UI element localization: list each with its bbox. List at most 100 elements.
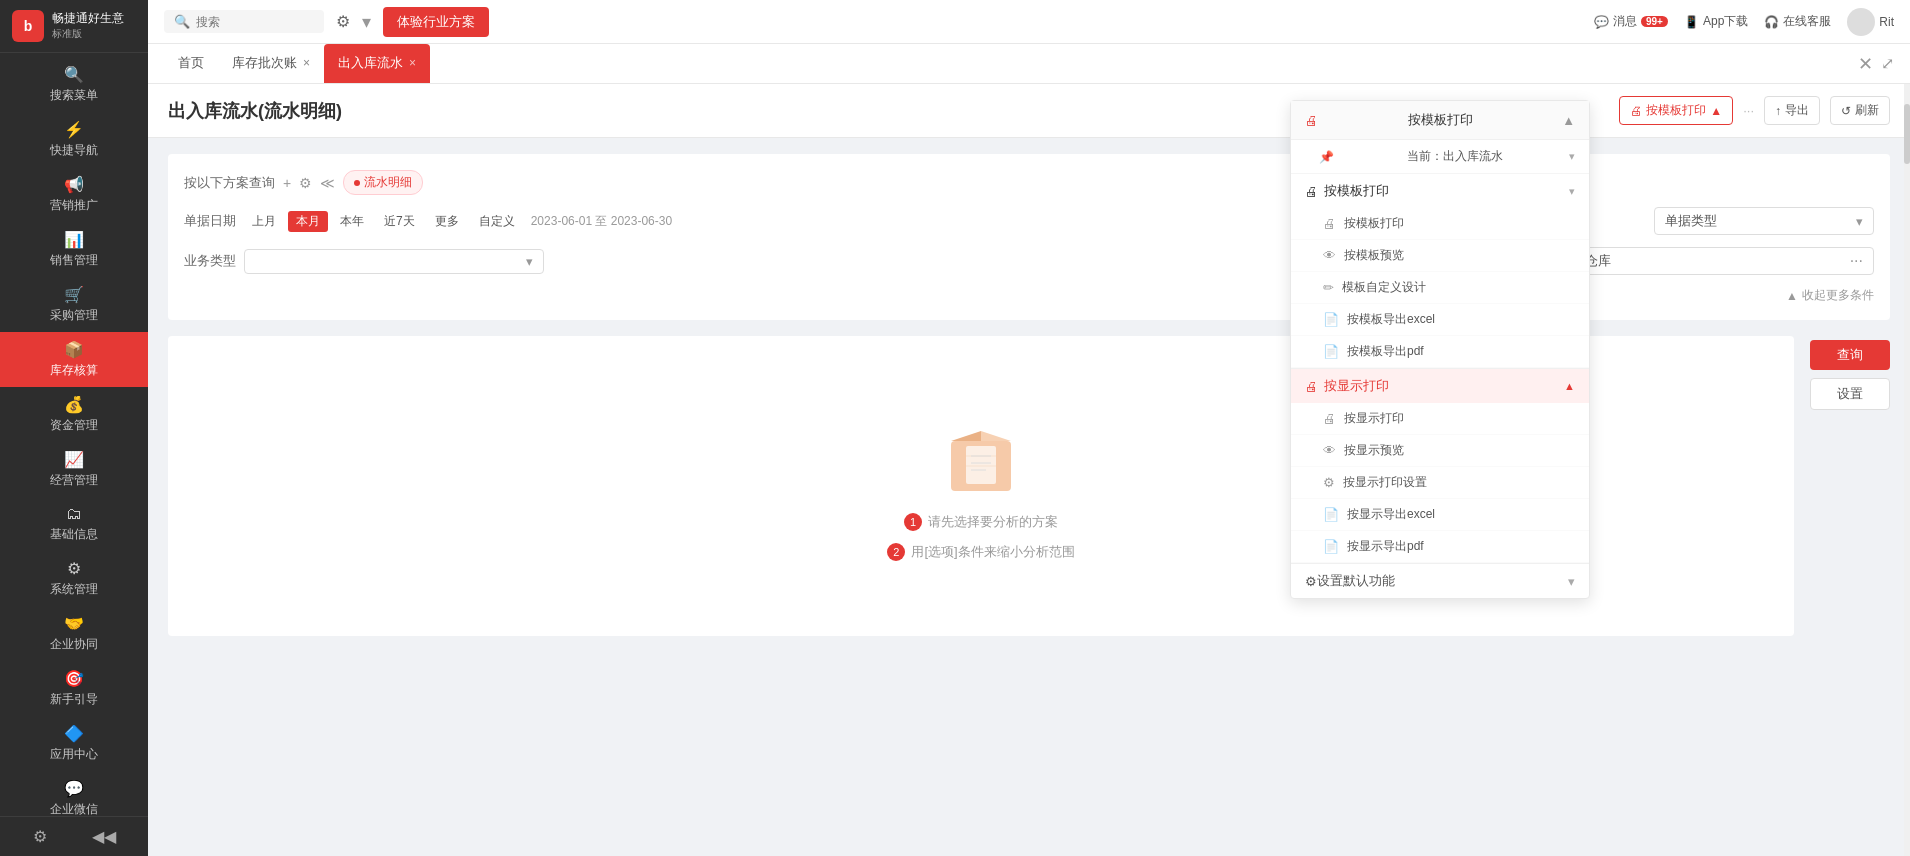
maximize-icon[interactable]: ⤢ xyxy=(1881,54,1894,73)
tab-home[interactable]: 首页 xyxy=(164,44,218,83)
business-type-arrow-icon: ▾ xyxy=(526,254,533,269)
sidebar-item-finance[interactable]: 💰 资金管理 xyxy=(0,387,148,442)
display-print-settings-item[interactable]: ⚙ 按显示打印设置 xyxy=(1291,467,1589,499)
tabs-list: 首页 库存批次账 × 出入库流水 × xyxy=(164,44,430,83)
template-print-header[interactable]: 🖨 按模板打印 ▾ xyxy=(1291,174,1589,208)
logo-text: 畅捷通好生意 xyxy=(52,11,124,27)
export-button[interactable]: ↑ 导出 xyxy=(1764,96,1820,125)
display-export-excel-item[interactable]: 📄 按显示导出excel xyxy=(1291,499,1589,531)
tab-flow-close[interactable]: × xyxy=(409,56,416,70)
sidebar-item-sales[interactable]: 📊 销售管理 xyxy=(0,222,148,277)
user-avatar[interactable]: Rit xyxy=(1847,8,1894,36)
system-icon: ⚙ xyxy=(67,559,81,578)
date-option-custom[interactable]: 自定义 xyxy=(471,211,523,232)
sidebar-item-label: 应用中心 xyxy=(50,746,98,763)
date-option-more[interactable]: 更多 xyxy=(427,211,467,232)
collapse-filter-icon[interactable]: ≪ xyxy=(320,175,335,191)
template-print-item-icon: 🖨 xyxy=(1323,216,1336,231)
empty-step-2: 2 用[选项]条件来缩小分析范围 xyxy=(887,543,1074,561)
template-design-item[interactable]: ✏ 模板自定义设计 xyxy=(1291,272,1589,304)
sales-icon: 📊 xyxy=(64,230,84,249)
sidebar-item-search[interactable]: 🔍 搜索菜单 xyxy=(0,57,148,112)
message-button[interactable]: 💬 消息 99+ xyxy=(1594,13,1668,30)
scrollbar-thumb[interactable] xyxy=(1904,104,1910,164)
collapse-btn-label: 收起更多条件 xyxy=(1802,287,1874,304)
settings-bottom-icon[interactable]: ⚙ xyxy=(33,827,47,846)
app-download-button[interactable]: 📱 App下载 xyxy=(1684,13,1748,30)
page-header: 出入库流水(流水明细) 🖨 按模板打印 ▲ ··· ↑ 导出 ↺ 刷新 xyxy=(148,84,1910,138)
template-print-item[interactable]: 🖨 按模板打印 xyxy=(1291,208,1589,240)
display-export-pdf-item[interactable]: 📄 按显示导出pdf xyxy=(1291,531,1589,563)
search-input[interactable] xyxy=(196,15,296,29)
date-option-7days[interactable]: 近7天 xyxy=(376,211,423,232)
vertical-scrollbar[interactable] xyxy=(1904,84,1910,856)
dropdown-close-arrow[interactable]: ▲ xyxy=(1562,113,1575,128)
sidebar-item-label: 营销推广 xyxy=(50,197,98,214)
topbar-gear-icon[interactable]: ⚙ xyxy=(336,12,350,31)
apps-icon: 🔷 xyxy=(64,724,84,743)
sidebar-item-purchase[interactable]: 🛒 采购管理 xyxy=(0,277,148,332)
trial-button[interactable]: 体验行业方案 xyxy=(383,7,489,37)
tab-batch-account[interactable]: 库存批次账 × xyxy=(218,44,324,83)
step-1-number: 1 xyxy=(904,513,922,531)
collapse-row: ▲ 收起更多条件 xyxy=(184,287,1874,304)
print-template-label: 按模板打印 xyxy=(1646,102,1706,119)
sidebar-item-inventory[interactable]: 📦 库存核算 xyxy=(0,332,148,387)
tab-home-label: 首页 xyxy=(178,54,204,72)
template-export-excel-item[interactable]: 📄 按模板导出excel xyxy=(1291,304,1589,336)
app-logo: b 畅捷通好生意 标准版 xyxy=(0,0,148,53)
sidebar-item-wechat[interactable]: 💬 企业微信 xyxy=(0,771,148,816)
filter-panel: 按以下方案查询 + ⚙ ≪ 流水明细 单据日期 上月 本月 xyxy=(168,154,1890,320)
sidebar-item-apps[interactable]: 🔷 应用中心 xyxy=(0,716,148,771)
date-option-this-year[interactable]: 本年 xyxy=(332,211,372,232)
display-print-header[interactable]: 🖨 按显示打印 ▲ xyxy=(1291,369,1589,403)
date-option-this-month[interactable]: 本月 xyxy=(288,211,328,232)
refresh-button[interactable]: ↺ 刷新 xyxy=(1830,96,1890,125)
display-print-settings-label: 按显示打印设置 xyxy=(1343,474,1427,491)
topbar-search-box[interactable]: 🔍 xyxy=(164,10,324,33)
date-option-last-month[interactable]: 上月 xyxy=(244,211,284,232)
template-export-pdf-icon: 📄 xyxy=(1323,344,1339,359)
add-filter-icon[interactable]: + xyxy=(283,175,291,191)
sidebar-item-label: 系统管理 xyxy=(50,581,98,598)
sidebar-item-label: 库存核算 xyxy=(50,362,98,379)
search-icon: 🔍 xyxy=(64,65,84,84)
logo-badge: 标准版 xyxy=(52,27,124,41)
template-print-label: 按模板打印 xyxy=(1324,182,1389,200)
topbar-dropdown-icon[interactable]: ▾ xyxy=(362,11,371,33)
tab-batch-account-close[interactable]: × xyxy=(303,56,310,70)
tab-flow[interactable]: 出入库流水 × xyxy=(324,44,430,83)
sidebar-item-marketing[interactable]: 📢 营销推广 xyxy=(0,167,148,222)
tab-flow-label: 出入库流水 xyxy=(338,54,403,72)
business-type-select[interactable]: ▾ xyxy=(244,249,544,274)
settings-filter-icon[interactable]: ⚙ xyxy=(299,175,312,191)
template-export-pdf-item[interactable]: 📄 按模板导出pdf xyxy=(1291,336,1589,368)
online-service-button[interactable]: 🎧 在线客服 xyxy=(1764,13,1831,30)
sidebar-item-collab[interactable]: 🤝 企业协同 xyxy=(0,606,148,661)
template-preview-item[interactable]: 👁 按模板预览 xyxy=(1291,240,1589,272)
sidebar-item-guide[interactable]: 🎯 新手引导 xyxy=(0,661,148,716)
print-template-button[interactable]: 🖨 按模板打印 ▲ xyxy=(1619,96,1733,125)
sidebar-item-system[interactable]: ⚙ 系统管理 xyxy=(0,551,148,606)
dropdown-current-item[interactable]: 📌 当前：出入库流水 ▾ xyxy=(1291,140,1589,174)
display-preview-item[interactable]: 👁 按显示预览 xyxy=(1291,435,1589,467)
filter-dot xyxy=(354,180,360,186)
warehouse-select[interactable]: 仓库 ··· xyxy=(1574,247,1874,275)
sidebar-item-quick-nav[interactable]: ⚡ 快捷导航 xyxy=(0,112,148,167)
doc-type-select[interactable]: 单据类型 ▾ xyxy=(1654,207,1874,235)
query-button[interactable]: 查询 xyxy=(1810,340,1890,370)
display-print-item-label: 按显示打印 xyxy=(1344,410,1404,427)
sidebar-item-label: 销售管理 xyxy=(50,252,98,269)
close-tab-icon[interactable]: ✕ xyxy=(1858,53,1873,75)
dropdown-footer[interactable]: ⚙ 设置默认功能 ▾ xyxy=(1291,564,1589,598)
display-print-item[interactable]: 🖨 按显示打印 xyxy=(1291,403,1589,435)
empty-step-1: 1 请先选择要分析的方案 xyxy=(904,513,1058,531)
settings-query-button[interactable]: 设置 xyxy=(1810,378,1890,410)
collapse-sidebar-icon[interactable]: ◀◀ xyxy=(92,827,116,846)
display-print-label: 按显示打印 xyxy=(1324,377,1389,395)
chevron-up-icon: ▲ xyxy=(1786,289,1798,303)
sidebar-item-basic[interactable]: 🗂 基础信息 xyxy=(0,497,148,551)
message-label: 消息 xyxy=(1613,13,1637,30)
sidebar-item-operation[interactable]: 📈 经营管理 xyxy=(0,442,148,497)
collapse-more-btn[interactable]: ▲ 收起更多条件 xyxy=(1786,287,1874,304)
